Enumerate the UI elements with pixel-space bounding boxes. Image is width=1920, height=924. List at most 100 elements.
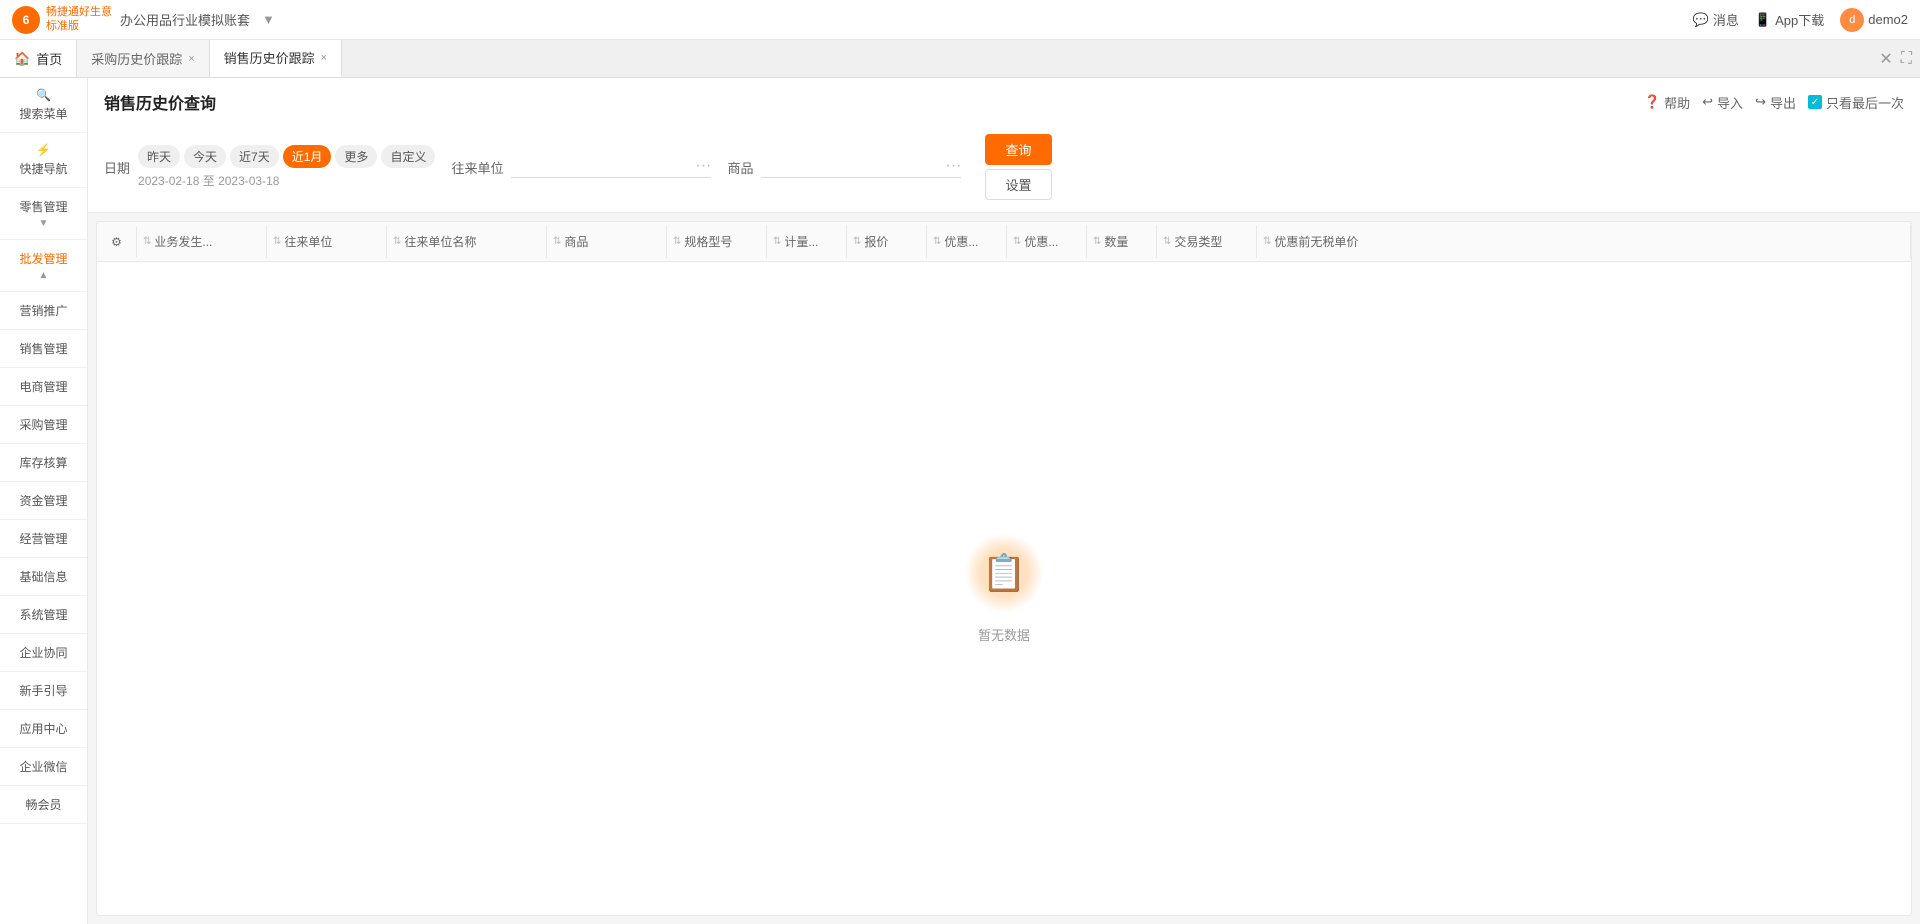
th-spec[interactable]: ⇅ 规格型号 (667, 225, 767, 258)
tab-purchase[interactable]: 采购历史价跟踪 × (77, 40, 209, 77)
topbar-left: 6 畅捷通好生意 标准版 办公用品行业模拟账套 ▼ (12, 6, 275, 34)
product-filter-group: 商品 ··· (727, 157, 961, 178)
date-btn-yesterday[interactable]: 昨天 (138, 145, 180, 168)
topbar-right: 💬 消息 📱 App下载 d demo2 (1693, 8, 1908, 32)
quick-icon: ⚡ (36, 143, 51, 157)
sidebar-item-marketing[interactable]: 营销推广 (0, 292, 87, 330)
filter-row: 日期 昨天 今天 近7天 近1月 更多 自定义 2023-02-18 至 202… (104, 126, 1904, 212)
import-button[interactable]: ↩ 导入 (1702, 93, 1743, 112)
query-button[interactable]: 查询 (985, 134, 1051, 165)
sidebar-item-enterprise-wx[interactable]: 企业微信 (0, 748, 87, 786)
product-input[interactable] (761, 158, 941, 173)
sidebar-item-quick[interactable]: ⚡ 快捷导航 (0, 133, 87, 188)
sort-icon-trade: ⇅ (1163, 236, 1171, 247)
product-dots-button[interactable]: ··· (946, 157, 962, 175)
th-discount1[interactable]: ⇅ 优惠... (927, 225, 1007, 258)
sidebar-item-inventory[interactable]: 库存核算 (0, 444, 87, 482)
sort-icon-qty: ⇅ (1093, 236, 1101, 247)
close-all-tabs-button[interactable]: ✕ (1879, 49, 1892, 69)
logo-area: 6 畅捷通好生意 标准版 (12, 6, 112, 34)
th-trade-type[interactable]: ⇅ 交易类型 (1157, 225, 1257, 258)
sidebar-item-basic[interactable]: 基础信息 (0, 558, 87, 596)
th-business-date[interactable]: ⇅ 业务发生... (137, 225, 267, 258)
only-last-checkbox[interactable]: ✓ 只看最后一次 (1808, 93, 1904, 112)
date-range-text: 2023-02-18 至 2023-03-18 (138, 172, 435, 189)
th-discount2[interactable]: ⇅ 优惠... (1007, 225, 1087, 258)
settings-button[interactable]: 设置 (985, 169, 1051, 200)
unit-filter-label: 往来单位 (451, 158, 503, 177)
logo-icon: 6 (12, 6, 40, 34)
tab-sales[interactable]: 销售历史价跟踪 × (210, 40, 342, 77)
logo-text: 畅捷通好生意 标准版 (46, 6, 112, 32)
tab-spacer (342, 40, 1871, 77)
sidebar-item-wholesale[interactable]: 批发管理 ▲ (0, 240, 87, 292)
date-btn-custom[interactable]: 自定义 (381, 145, 435, 168)
app-download-button[interactable]: 📱 App下载 (1755, 10, 1824, 29)
empty-text: 暂无数据 (978, 625, 1030, 644)
sidebar-item-enterprise[interactable]: 企业协同 (0, 634, 87, 672)
tabbar: 🏠 首页 采购历史价跟踪 × 销售历史价跟踪 × ✕ ⛶ (0, 40, 1920, 78)
th-unit-name[interactable]: ⇅ 往来单位名称 (387, 225, 547, 258)
sidebar-item-finance[interactable]: 资金管理 (0, 482, 87, 520)
sidebar-item-sales-mgmt[interactable]: 销售管理 (0, 330, 87, 368)
sidebar-item-vip[interactable]: 畅会员 (0, 786, 87, 824)
sidebar-item-retail[interactable]: 零售管理 ▼ (0, 188, 87, 240)
date-btn-today[interactable]: 今天 (184, 145, 226, 168)
sidebar-item-ecommerce[interactable]: 电商管理 (0, 368, 87, 406)
search-icon: 🔍 (36, 88, 51, 102)
import-icon: ↩ (1702, 94, 1713, 110)
date-filter-label: 日期 (104, 158, 130, 177)
th-product[interactable]: ⇅ 商品 (547, 225, 667, 258)
unit-dots-button[interactable]: ··· (695, 157, 711, 175)
export-icon: ↪ (1755, 94, 1766, 110)
sort-icon-business: ⇅ (143, 236, 151, 247)
sort-icon-notax: ⇅ (1263, 236, 1271, 247)
tab-home[interactable]: 🏠 首页 (0, 40, 77, 77)
unit-input[interactable] (511, 158, 691, 173)
date-btn-more[interactable]: 更多 (335, 145, 377, 168)
unit-input-wrap: ··· (511, 157, 711, 178)
topbar-title: 办公用品行业模拟账套 (120, 10, 250, 29)
date-buttons: 昨天 今天 近7天 近1月 更多 自定义 (138, 145, 435, 168)
empty-state: 📋 暂无数据 (97, 262, 1911, 915)
th-gear[interactable]: ⚙ (97, 227, 137, 257)
sidebar-item-purchase[interactable]: 采购管理 (0, 406, 87, 444)
main-layout: 🔍 搜索菜单 ⚡ 快捷导航 零售管理 ▼ 批发管理 ▲ 营销推广 销售管理 电商… (0, 78, 1920, 924)
sort-icon-discount1: ⇅ (933, 236, 941, 247)
th-qty[interactable]: ⇅ 数量 (1087, 225, 1157, 258)
sidebar-item-app-center[interactable]: 应用中心 (0, 710, 87, 748)
gear-icon: ⚙ (111, 235, 122, 249)
close-purchase-tab[interactable]: × (188, 53, 194, 65)
th-price[interactable]: ⇅ 报价 (847, 225, 927, 258)
sort-icon-unit: ⇅ (273, 236, 281, 247)
date-btn-last7[interactable]: 近7天 (230, 145, 279, 168)
sidebar-item-newbie[interactable]: 新手引导 (0, 672, 87, 710)
user-menu[interactable]: d demo2 (1840, 8, 1908, 32)
close-sales-tab[interactable]: × (321, 52, 327, 64)
date-btn-last1month[interactable]: 近1月 (283, 145, 332, 168)
sidebar-item-system[interactable]: 系统管理 (0, 596, 87, 634)
table-area: ⚙ ⇅ 业务发生... ⇅ 往来单位 ⇅ 往来单位名称 ⇅ 商品 (96, 221, 1912, 916)
sort-icon-spec: ⇅ (673, 236, 681, 247)
th-notax-price[interactable]: ⇅ 优惠前无税单价 (1257, 225, 1911, 258)
export-button[interactable]: ↪ 导出 (1755, 93, 1796, 112)
message-button[interactable]: 💬 消息 (1693, 10, 1739, 29)
sort-icon-product: ⇅ (553, 236, 561, 247)
th-unit-code[interactable]: ⇅ 往来单位 (267, 225, 387, 258)
empty-illustration: 📋 (964, 533, 1044, 613)
sidebar-item-operations[interactable]: 经营管理 (0, 520, 87, 558)
maximize-button[interactable]: ⛶ (1901, 50, 1912, 68)
topbar: 6 畅捷通好生意 标准版 办公用品行业模拟账套 ▼ 💬 消息 📱 App下载 d… (0, 0, 1920, 40)
message-icon: 💬 (1693, 12, 1709, 28)
home-icon: 🏠 (14, 51, 30, 67)
sidebar-item-search[interactable]: 🔍 搜索菜单 (0, 78, 87, 133)
page-actions: ❓ 帮助 ↩ 导入 ↪ 导出 ✓ 只看最后一次 (1644, 93, 1904, 112)
help-button[interactable]: ❓ 帮助 (1644, 93, 1690, 112)
product-filter-label: 商品 (727, 158, 753, 177)
page-header: 销售历史价查询 ❓ 帮助 ↩ 导入 ↪ 导出 ✓ (88, 78, 1920, 213)
topbar-dropdown-icon[interactable]: ▼ (262, 12, 275, 27)
sort-icon-price: ⇅ (853, 236, 861, 247)
product-input-wrap: ··· (761, 157, 961, 178)
th-measure[interactable]: ⇅ 计量... (767, 225, 847, 258)
content-area: 销售历史价查询 ❓ 帮助 ↩ 导入 ↪ 导出 ✓ (88, 78, 1920, 924)
